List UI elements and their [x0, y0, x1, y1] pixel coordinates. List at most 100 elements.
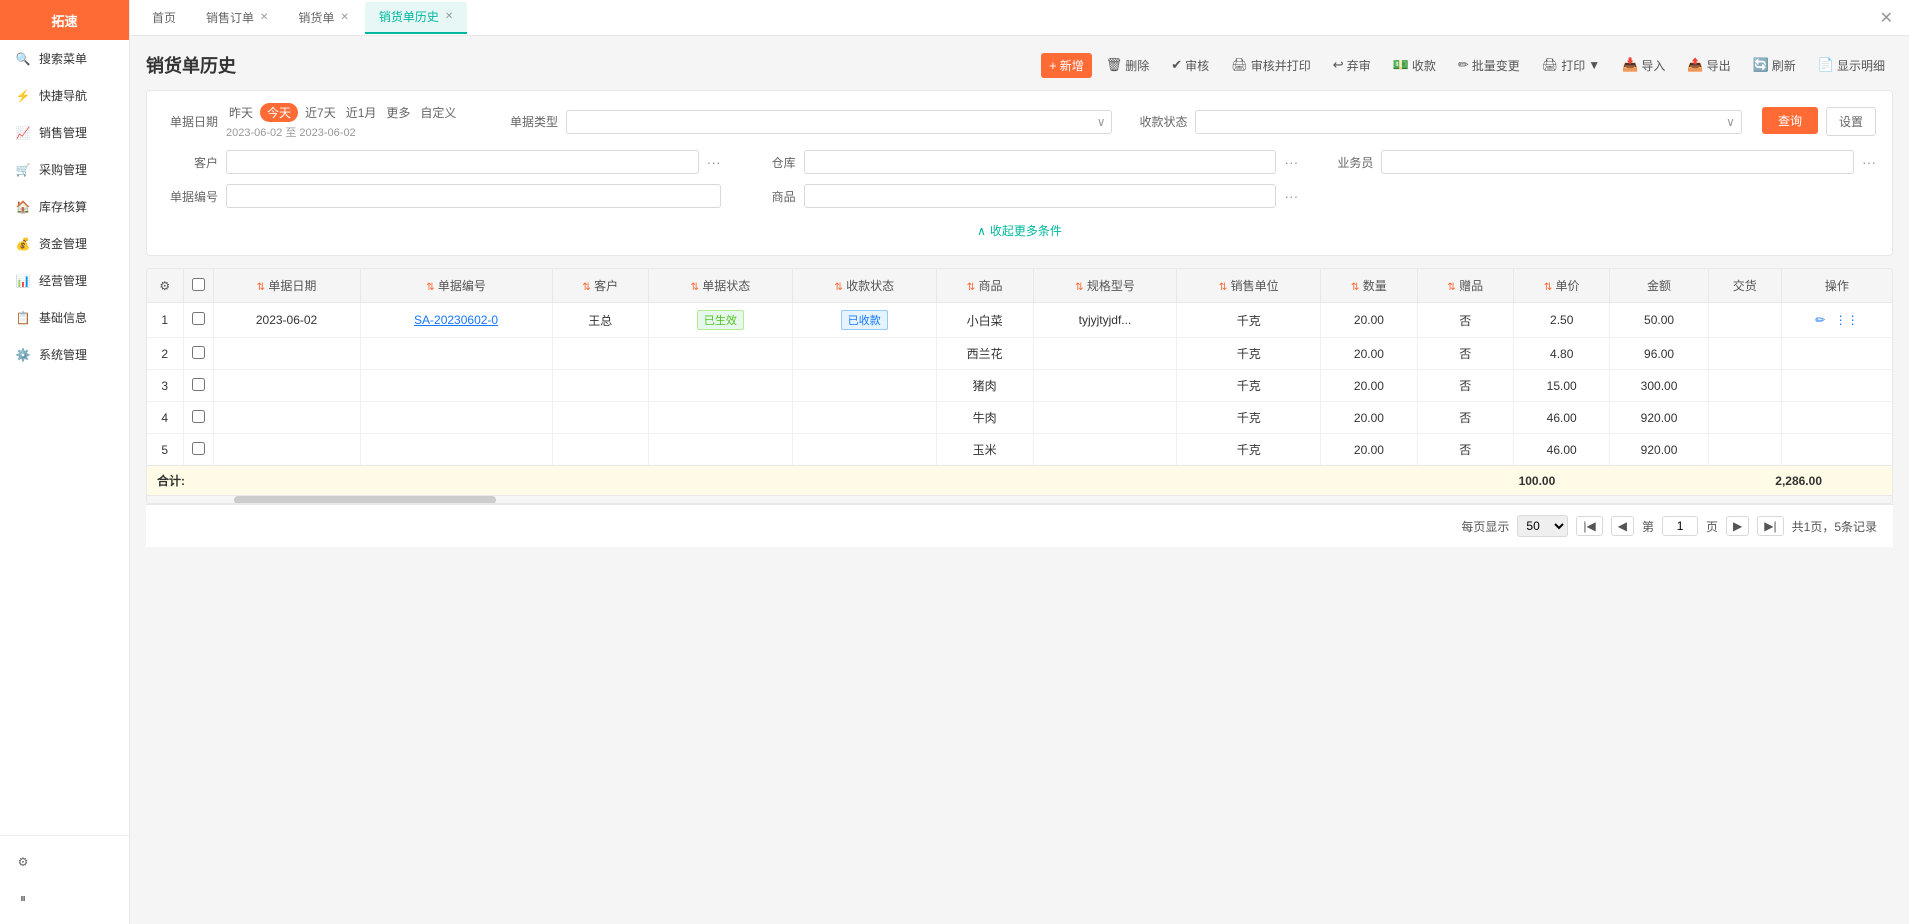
- row-select-checkbox[interactable]: [192, 410, 205, 423]
- row-doc-no[interactable]: [360, 402, 552, 434]
- row-product: 猪肉: [936, 370, 1033, 402]
- row-checkbox[interactable]: [183, 338, 213, 370]
- col-quantity[interactable]: ⇅ 数量: [1321, 269, 1417, 303]
- collect-status-select[interactable]: [1196, 111, 1720, 133]
- row-doc-no[interactable]: [360, 338, 552, 370]
- col-customer[interactable]: ⇅ 客户: [552, 269, 648, 303]
- filter-group-doc-type: 单据类型 ∨: [503, 110, 1112, 134]
- col-product[interactable]: ⇅ 商品: [936, 269, 1033, 303]
- page-number-input[interactable]: [1662, 516, 1698, 536]
- scrollbar-thumb[interactable]: [234, 496, 496, 504]
- sidebar-item-sys-mgmt[interactable]: ⚙️ 系统管理: [0, 336, 129, 373]
- tab-sales-order[interactable]: 销售订单 ✕: [192, 2, 282, 34]
- display-detail-button[interactable]: 📄 显示明细: [1810, 53, 1893, 78]
- sidebar-item-search-menu[interactable]: 🔍 搜索菜单: [0, 40, 129, 77]
- col-settings[interactable]: ⚙: [147, 269, 183, 303]
- new-button[interactable]: + 新增: [1041, 53, 1092, 78]
- select-all-checkbox[interactable]: [192, 278, 205, 291]
- quick-date-more[interactable]: 更多: [383, 103, 413, 122]
- page-size-select[interactable]: 50 100 200: [1517, 515, 1568, 537]
- row-checkbox[interactable]: [183, 370, 213, 402]
- collect-button[interactable]: 💵 收款: [1385, 53, 1444, 78]
- quick-date-yesterday[interactable]: 昨天: [226, 103, 256, 122]
- close-sales-history-tab[interactable]: ✕: [445, 11, 453, 22]
- col-spec-type[interactable]: ⇅ 规格型号: [1033, 269, 1177, 303]
- print-button[interactable]: 🖨 打印 ▼: [1534, 53, 1608, 78]
- collapse-filter-btn[interactable]: ∧ 收起更多条件: [163, 218, 1876, 243]
- sidebar-bottom-item-1[interactable]: ⚙: [0, 844, 129, 880]
- more-action[interactable]: ⋮⋮: [1835, 313, 1859, 327]
- doc-no-input[interactable]: [226, 184, 721, 208]
- warehouse-input[interactable]: [804, 150, 1277, 174]
- delete-button[interactable]: 🗑 删除: [1098, 53, 1158, 78]
- business-more-icon[interactable]: ···: [1862, 154, 1876, 170]
- row-select-checkbox[interactable]: [192, 312, 205, 325]
- quick-date-today[interactable]: 今天: [260, 103, 298, 122]
- row-select-checkbox[interactable]: [192, 442, 205, 455]
- sidebar-item-inventory[interactable]: 🏠 库存核算: [0, 188, 129, 225]
- sidebar-item-basic-info[interactable]: 📋 基础信息: [0, 299, 129, 336]
- sidebar-bottom-item-2[interactable]: ⏸: [0, 880, 129, 916]
- col-sales-unit[interactable]: ⇅ 销售单位: [1177, 269, 1321, 303]
- col-doc-status[interactable]: ⇅ 单据状态: [648, 269, 792, 303]
- discard-button[interactable]: ↩ 弃审: [1325, 53, 1379, 78]
- col-doc-no[interactable]: ⇅ 单据编号: [360, 269, 552, 303]
- refresh-button[interactable]: 🔄 刷新: [1745, 53, 1804, 78]
- sidebar-item-operations[interactable]: 📊 经营管理: [0, 262, 129, 299]
- row-checkbox[interactable]: [183, 303, 213, 338]
- sidebar-item-label: 资金管理: [39, 235, 87, 252]
- warehouse-more-icon[interactable]: ···: [1284, 154, 1298, 170]
- row-action[interactable]: [1781, 434, 1892, 466]
- prev-page-btn[interactable]: ◀: [1611, 516, 1634, 536]
- audit-button[interactable]: ✔ 审核: [1163, 53, 1217, 78]
- audit-print-button[interactable]: 🖨 审核并打印: [1223, 53, 1319, 78]
- quick-date-7days[interactable]: 近7天: [302, 103, 339, 122]
- quick-date-custom[interactable]: 自定义: [417, 103, 459, 122]
- customer-input[interactable]: [226, 150, 699, 174]
- export-button[interactable]: 📤 导出: [1679, 53, 1738, 78]
- import-button[interactable]: 📥 导入: [1614, 53, 1673, 78]
- tab-sales-history[interactable]: 销货单历史 ✕: [365, 2, 467, 34]
- row-doc-no[interactable]: SA-20230602-0: [360, 303, 552, 338]
- next-page-btn[interactable]: ▶: [1726, 516, 1749, 536]
- last-page-btn[interactable]: ▶|: [1757, 516, 1783, 536]
- row-checkbox[interactable]: [183, 434, 213, 466]
- setting-button[interactable]: 设置: [1826, 107, 1876, 136]
- row-select-checkbox[interactable]: [192, 346, 205, 359]
- customer-more-icon[interactable]: ···: [707, 154, 721, 170]
- first-page-btn[interactable]: |◀: [1576, 516, 1602, 536]
- row-action[interactable]: [1781, 338, 1892, 370]
- business-input[interactable]: [1381, 150, 1854, 174]
- quick-date-1month[interactable]: 近1月: [343, 103, 380, 122]
- row-amount: 300.00: [1610, 370, 1708, 402]
- sidebar-item-quick-nav[interactable]: ⚡ 快捷导航: [0, 77, 129, 114]
- edit-action[interactable]: ✏: [1815, 313, 1825, 327]
- doc-type-select[interactable]: [567, 111, 1091, 133]
- row-doc-no[interactable]: [360, 370, 552, 402]
- product-more-icon[interactable]: ···: [1284, 188, 1298, 204]
- close-sales-delivery-tab[interactable]: ✕: [340, 12, 348, 23]
- tab-sales-delivery[interactable]: 销货单 ✕: [284, 2, 362, 34]
- sidebar-item-finance[interactable]: 💰 资金管理: [0, 225, 129, 262]
- scrollbar-track[interactable]: [147, 495, 1892, 503]
- row-doc-status: [648, 338, 792, 370]
- close-all-tabs-btn[interactable]: ✕: [1872, 8, 1901, 28]
- row-action[interactable]: ✏ ⋮⋮: [1781, 303, 1892, 338]
- row-action[interactable]: [1781, 402, 1892, 434]
- tab-home[interactable]: 首页: [138, 2, 190, 34]
- row-action[interactable]: [1781, 370, 1892, 402]
- row-checkbox[interactable]: [183, 402, 213, 434]
- doc-no-link[interactable]: SA-20230602-0: [414, 313, 498, 327]
- col-unit-price[interactable]: ⇅ 单价: [1514, 269, 1610, 303]
- row-select-checkbox[interactable]: [192, 378, 205, 391]
- close-sales-order-tab[interactable]: ✕: [260, 12, 268, 23]
- sidebar-item-sales-mgmt[interactable]: 📈 销售管理: [0, 114, 129, 151]
- col-doc-date[interactable]: ⇅ 单据日期: [213, 269, 360, 303]
- row-doc-no[interactable]: [360, 434, 552, 466]
- batch-change-button[interactable]: ✏ 批量变更: [1450, 53, 1528, 78]
- product-input[interactable]: [804, 184, 1277, 208]
- col-collect-status[interactable]: ⇅ 收款状态: [792, 269, 936, 303]
- query-button[interactable]: 查询: [1762, 107, 1818, 134]
- col-gift[interactable]: ⇅ 赠品: [1417, 269, 1513, 303]
- sidebar-item-purchase-mgmt[interactable]: 🛒 采购管理: [0, 151, 129, 188]
